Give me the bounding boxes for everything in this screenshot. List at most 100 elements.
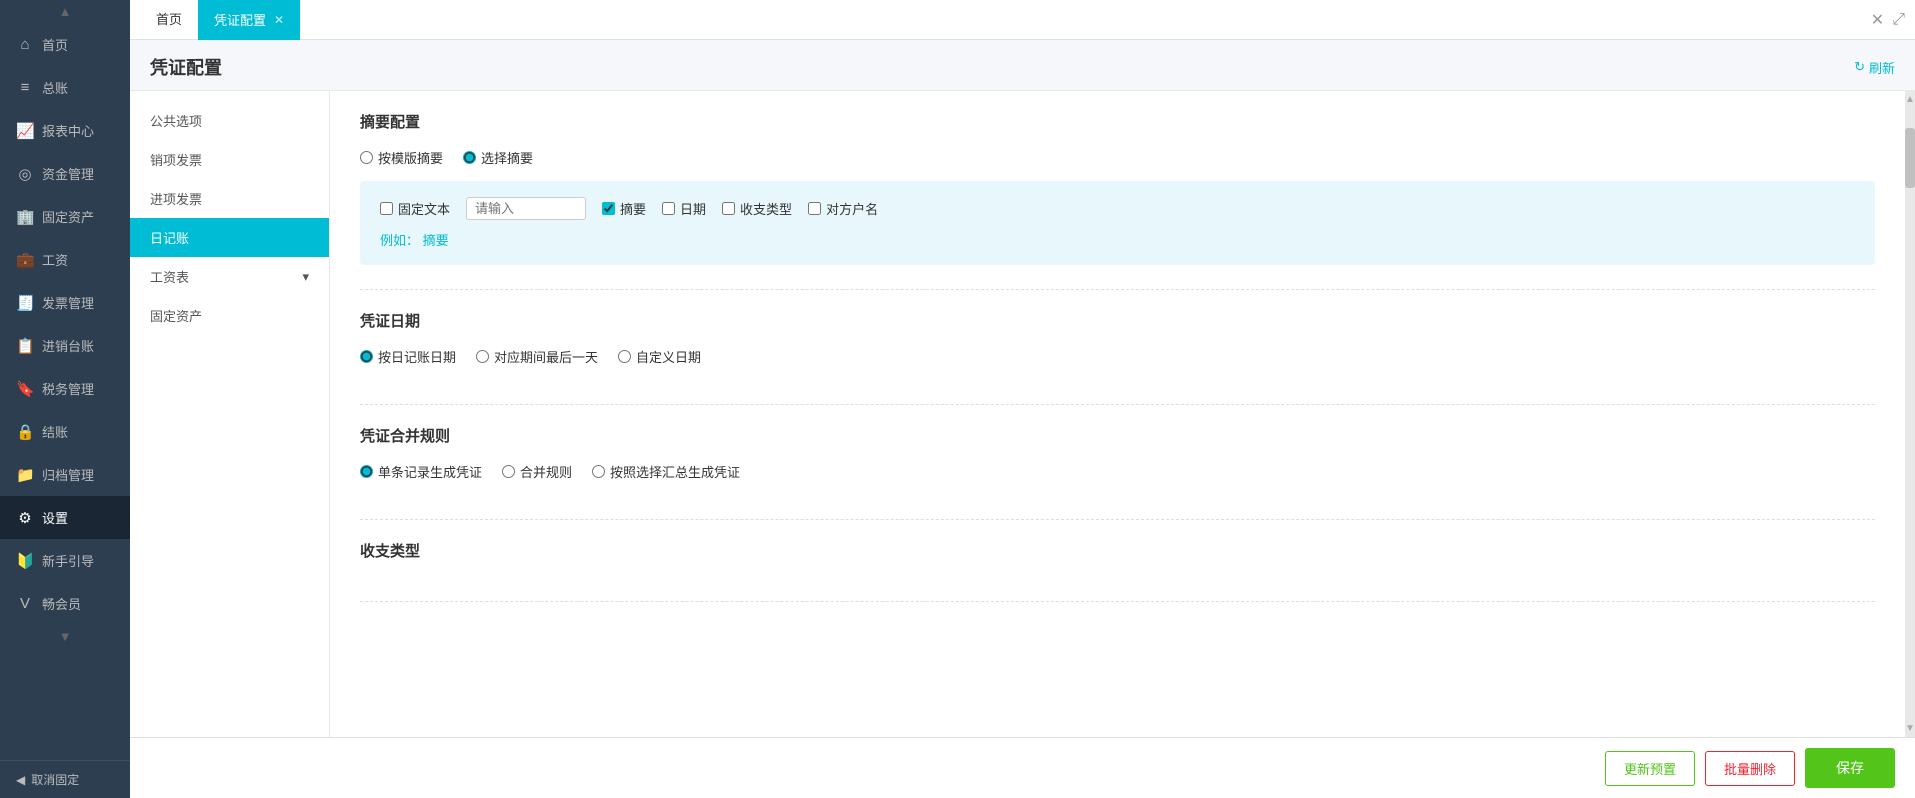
income-expense-section: 收支类型 bbox=[360, 540, 1875, 602]
sidebar-item-closing[interactable]: 🔒 结账 bbox=[0, 410, 130, 453]
sidebar-item-label: 结账 bbox=[42, 422, 68, 441]
scroll-thumb[interactable] bbox=[1905, 128, 1915, 188]
tab-bar-actions: ✕ ⤢ bbox=[1871, 10, 1905, 30]
tab-voucher-config-label: 凭证配置 bbox=[214, 10, 266, 29]
sidebar-item-home[interactable]: ⌂ 首页 bbox=[0, 23, 130, 66]
sidebar-item-label: 资金管理 bbox=[42, 164, 94, 183]
sidebar-item-invoice-mgmt[interactable]: 🧾 发票管理 bbox=[0, 281, 130, 324]
sidebar-item-label: 畅会员 bbox=[42, 594, 81, 613]
radio-template-summary[interactable]: 按模版摘要 bbox=[360, 148, 443, 167]
sidebar-item-label: 进销台账 bbox=[42, 336, 94, 355]
sidebar-item-guide[interactable]: 🔰 新手引导 bbox=[0, 539, 130, 582]
sidebar-item-assets[interactable]: 🏢 固定资产 bbox=[0, 195, 130, 238]
tab-home[interactable]: 首页 bbox=[140, 0, 198, 40]
radio-by-journal-date[interactable]: 按日记账日期 bbox=[360, 347, 456, 366]
left-nav-fixed-assets[interactable]: 固定资产 bbox=[130, 296, 329, 335]
sidebar-item-label: 税务管理 bbox=[42, 379, 94, 398]
checkbox-fixed-text[interactable]: 固定文本 bbox=[380, 199, 450, 218]
fixed-text-input[interactable] bbox=[466, 197, 586, 220]
radio-last-day-of-period[interactable]: 对应期间最后一天 bbox=[476, 347, 598, 366]
radio-merge-rules[interactable]: 合并规则 bbox=[502, 462, 572, 481]
home-icon: ⌂ bbox=[16, 36, 34, 53]
sidebar-item-purchase-sales[interactable]: 📋 进销台账 bbox=[0, 324, 130, 367]
sidebar-item-reports[interactable]: 📈 报表中心 bbox=[0, 109, 130, 152]
sidebar-item-label: 设置 bbox=[42, 508, 68, 527]
voucher-date-radio-group: 按日记账日期 对应期间最后一天 自定义日期 bbox=[360, 347, 1875, 366]
page-title: 凭证配置 bbox=[150, 54, 222, 80]
sidebar-item-ledger[interactable]: ≡ 总账 bbox=[0, 66, 130, 109]
pin-icon: ◀ bbox=[16, 773, 25, 787]
closing-icon: 🔒 bbox=[16, 423, 34, 441]
invoice-mgmt-icon: 🧾 bbox=[16, 294, 34, 312]
cancel-fixed-button[interactable]: ◀ 取消固定 bbox=[0, 760, 130, 798]
sidebar-item-label: 固定资产 bbox=[42, 207, 94, 226]
settings-icon: ⚙ bbox=[16, 509, 34, 527]
left-nav-purchase-invoice[interactable]: 进项发票 bbox=[130, 179, 329, 218]
right-content: 摘要配置 按模版摘要 选择摘要 bbox=[330, 91, 1905, 737]
left-nav-payroll[interactable]: 工资表 ▾ bbox=[130, 257, 329, 296]
tab-close-window-icon[interactable]: ✕ bbox=[1871, 10, 1884, 30]
sidebar-scroll-down[interactable]: ▼ bbox=[0, 625, 130, 648]
scroll-up-arrow[interactable]: ▲ bbox=[1905, 91, 1915, 108]
sidebar-item-member[interactable]: V 畅会员 bbox=[0, 582, 130, 625]
sidebar-item-tax[interactable]: 🔖 税务管理 bbox=[0, 367, 130, 410]
sidebar-item-label: 工资 bbox=[42, 250, 68, 269]
voucher-date-section: 凭证日期 按日记账日期 对应期间最后一天 自定义日期 bbox=[360, 310, 1875, 405]
radio-by-selection[interactable]: 按照选择汇总生成凭证 bbox=[592, 462, 740, 481]
sidebar-item-label: 发票管理 bbox=[42, 293, 94, 312]
tab-close-icon[interactable]: ✕ bbox=[274, 13, 284, 27]
sidebar-item-funds[interactable]: ◎ 资金管理 bbox=[0, 152, 130, 195]
refresh-icon: ↻ bbox=[1854, 59, 1865, 75]
checkbox-summary[interactable]: 摘要 bbox=[602, 199, 646, 218]
radio-single-record[interactable]: 单条记录生成凭证 bbox=[360, 462, 482, 481]
content-layout: 公共选项 销项发票 进项发票 日记账 工资表 ▾ 固定资产 bbox=[130, 91, 1915, 737]
sidebar-item-salary[interactable]: 💼 工资 bbox=[0, 238, 130, 281]
sidebar-item-label: 总账 bbox=[42, 78, 68, 97]
assets-icon: 🏢 bbox=[16, 208, 34, 226]
refresh-label: 刷新 bbox=[1869, 58, 1895, 77]
funds-icon: ◎ bbox=[16, 165, 34, 183]
update-preview-button[interactable]: 更新预置 bbox=[1605, 751, 1695, 786]
sidebar-item-label: 归档管理 bbox=[42, 465, 94, 484]
left-nav-public[interactable]: 公共选项 bbox=[130, 101, 329, 140]
tab-expand-icon[interactable]: ⤢ bbox=[1892, 11, 1905, 29]
sidebar-scroll-up[interactable]: ▲ bbox=[0, 0, 130, 23]
purchase-sales-icon: 📋 bbox=[16, 337, 34, 355]
scrollbar-rail[interactable]: ▲ ▼ bbox=[1905, 91, 1915, 737]
scroll-down-arrow[interactable]: ▼ bbox=[1905, 720, 1915, 737]
tab-voucher-config[interactable]: 凭证配置 ✕ bbox=[198, 0, 300, 40]
income-expense-title: 收支类型 bbox=[360, 540, 1875, 561]
left-nav: 公共选项 销项发票 进项发票 日记账 工资表 ▾ 固定资产 bbox=[130, 91, 330, 737]
voucher-merge-section: 凭证合并规则 单条记录生成凭证 合并规则 按照选择汇总生成凭证 bbox=[360, 425, 1875, 520]
checkbox-date[interactable]: 日期 bbox=[662, 199, 706, 218]
summary-config-box: 固定文本 摘要 日期 bbox=[360, 181, 1875, 265]
checkbox-counterparty[interactable]: 对方户名 bbox=[808, 199, 878, 218]
voucher-date-title: 凭证日期 bbox=[360, 310, 1875, 331]
salary-icon: 💼 bbox=[16, 251, 34, 269]
checkbox-income-expense-type[interactable]: 收支类型 bbox=[722, 199, 792, 218]
voucher-merge-title: 凭证合并规则 bbox=[360, 425, 1875, 446]
sidebar-item-label: 报表中心 bbox=[42, 121, 94, 140]
voucher-merge-radio-group: 单条记录生成凭证 合并规则 按照选择汇总生成凭证 bbox=[360, 462, 1875, 481]
left-nav-sales-invoice[interactable]: 销项发票 bbox=[130, 140, 329, 179]
radio-custom-date[interactable]: 自定义日期 bbox=[618, 347, 701, 366]
summary-config-title: 摘要配置 bbox=[360, 111, 1875, 132]
page-content: 凭证配置 ↻ 刷新 公共选项 销项发票 进项发票 日记账 bbox=[130, 40, 1915, 798]
reports-icon: 📈 bbox=[16, 122, 34, 140]
sidebar-item-label: 新手引导 bbox=[42, 551, 94, 570]
radio-select-summary[interactable]: 选择摘要 bbox=[463, 148, 533, 167]
tab-home-label: 首页 bbox=[156, 9, 182, 28]
sidebar-item-archive[interactable]: 📁 归档管理 bbox=[0, 453, 130, 496]
archive-icon: 📁 bbox=[16, 466, 34, 484]
chevron-down-icon: ▾ bbox=[302, 269, 309, 285]
batch-delete-button[interactable]: 批量删除 bbox=[1705, 751, 1795, 786]
example-text: 例如： 摘要 bbox=[380, 230, 1855, 249]
page-header: 凭证配置 ↻ 刷新 bbox=[130, 40, 1915, 91]
checkbox-row: 固定文本 摘要 日期 bbox=[380, 197, 1855, 220]
cancel-fixed-label: 取消固定 bbox=[31, 771, 79, 788]
member-icon: V bbox=[16, 595, 34, 612]
left-nav-journal[interactable]: 日记账 bbox=[130, 218, 329, 257]
refresh-button[interactable]: ↻ 刷新 bbox=[1854, 58, 1895, 77]
save-button[interactable]: 保存 bbox=[1805, 748, 1895, 788]
sidebar-item-settings[interactable]: ⚙ 设置 bbox=[0, 496, 130, 539]
